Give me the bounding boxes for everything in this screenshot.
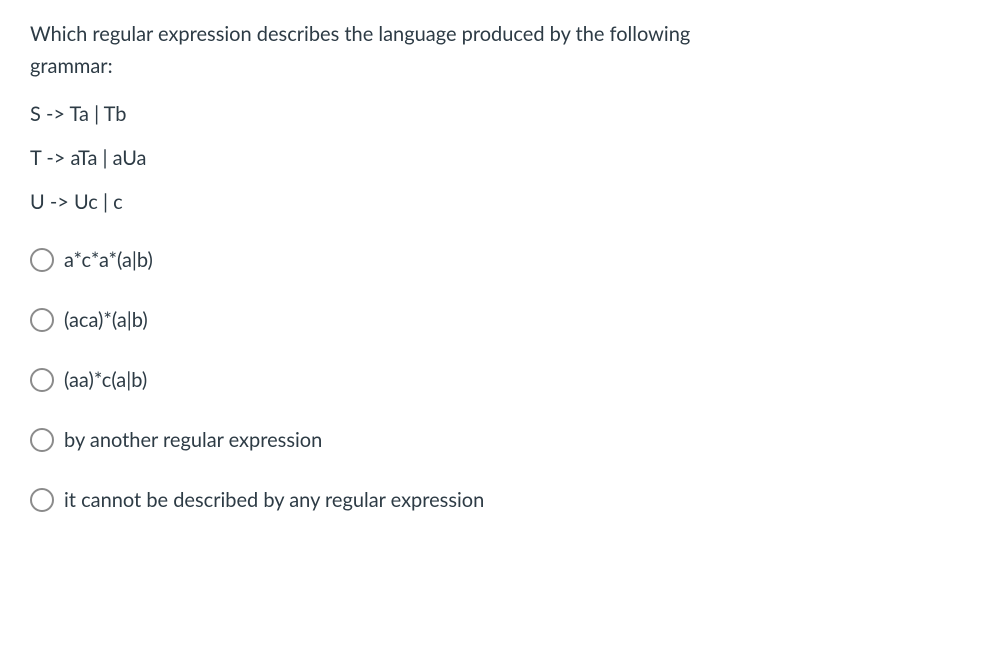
grammar-rule-s: S -> Ta | Tb	[30, 100, 973, 128]
radio-icon[interactable]	[30, 488, 54, 512]
grammar-rule-u: U -> Uc | c	[30, 188, 973, 216]
option-1-label: a*c*a*(a|b)	[64, 246, 153, 274]
option-4-label: by another regular expression	[64, 426, 322, 454]
option-1[interactable]: a*c*a*(a|b)	[30, 246, 973, 274]
radio-icon[interactable]	[30, 428, 54, 452]
grammar-rule-t: T -> aTa | aUa	[30, 144, 973, 172]
option-5-label: it cannot be described by any regular ex…	[64, 486, 484, 514]
option-3-label: (aa)*c(a|b)	[64, 366, 147, 394]
option-2[interactable]: (aca)*(a|b)	[30, 306, 973, 334]
radio-icon[interactable]	[30, 248, 54, 272]
radio-icon[interactable]	[30, 308, 54, 332]
option-5[interactable]: it cannot be described by any regular ex…	[30, 486, 973, 514]
option-4[interactable]: by another regular expression	[30, 426, 973, 454]
options-list: a*c*a*(a|b) (aca)*(a|b) (aa)*c(a|b) by a…	[30, 246, 973, 514]
option-3[interactable]: (aa)*c(a|b)	[30, 366, 973, 394]
question-line-2: grammar:	[30, 52, 973, 80]
option-2-label: (aca)*(a|b)	[64, 306, 148, 334]
radio-icon[interactable]	[30, 368, 54, 392]
question-line-1: Which regular expression describes the l…	[30, 20, 973, 48]
question-prompt: Which regular expression describes the l…	[30, 20, 973, 80]
grammar-rules: S -> Ta | Tb T -> aTa | aUa U -> Uc | c	[30, 100, 973, 216]
